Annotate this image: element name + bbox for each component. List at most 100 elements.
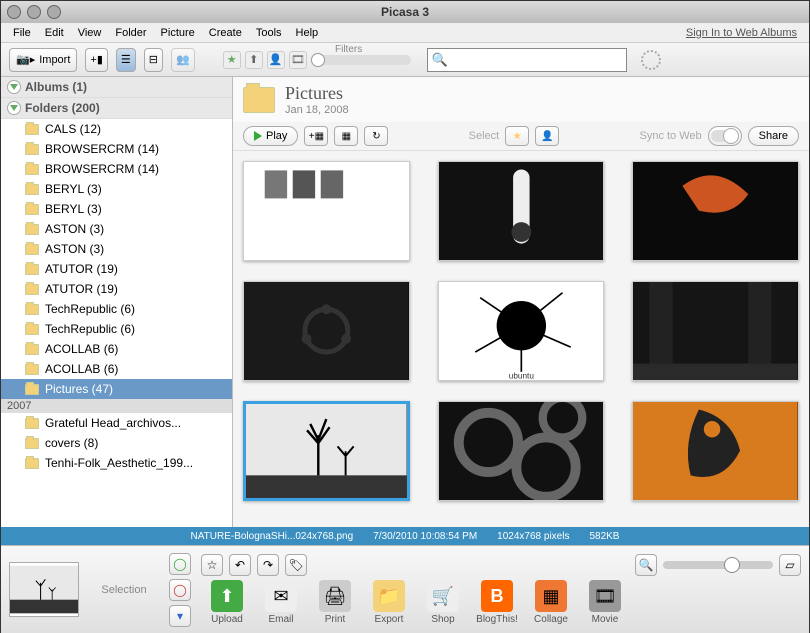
thumbnail[interactable] — [632, 401, 799, 501]
status-bar: NATURE-BolognaSHi...024x768.png 7/30/201… — [1, 527, 809, 545]
toolbar: 📷▸ Import +▮ ☰ ⊟ 👥 ★ ⬆ 👤 🎞 🔍 — [1, 43, 809, 77]
email-button[interactable]: ✉Email — [255, 580, 307, 625]
movie-label: Movie — [592, 614, 619, 625]
folder-item[interactable]: ASTON (3) — [1, 239, 232, 259]
folder-item[interactable]: covers (8) — [1, 433, 232, 453]
menu-help[interactable]: Help — [290, 25, 325, 41]
menu-view[interactable]: View — [72, 25, 108, 41]
folder-item-selected[interactable]: Pictures (47) — [1, 379, 232, 399]
menu-file[interactable]: File — [7, 25, 37, 41]
folder-label: ATUTOR (19) — [45, 262, 118, 276]
albums-header[interactable]: Albums (1) — [1, 77, 232, 98]
folder-item[interactable]: Tenhi-Folk_Aesthetic_199... — [1, 453, 232, 473]
create-movie-button[interactable]: ↻ — [364, 126, 388, 146]
shop-button[interactable]: 🛒Shop — [417, 580, 469, 625]
add-button[interactable]: +▮ — [85, 48, 107, 72]
menu-tools[interactable]: Tools — [250, 25, 288, 41]
add-photos-button[interactable]: +▦ — [304, 126, 328, 146]
folder-item[interactable]: ACOLLAB (6) — [1, 359, 232, 379]
hold-button[interactable]: ◯ — [169, 553, 191, 575]
share-button[interactable]: Share — [748, 126, 799, 146]
folder-item[interactable]: TechRepublic (6) — [1, 319, 232, 339]
folder-icon — [25, 458, 39, 469]
signin-link[interactable]: Sign In to Web Albums — [680, 25, 803, 41]
folder-label: ATUTOR (19) — [45, 282, 118, 296]
folder-item[interactable]: BROWSERCRM (14) — [1, 139, 232, 159]
filter-movie-icon[interactable]: 🎞 — [289, 51, 307, 69]
menu-create[interactable]: Create — [203, 25, 248, 41]
collage-button[interactable]: ▦Collage — [525, 580, 577, 625]
select-people-button[interactable]: 👤 — [535, 126, 559, 146]
folder-item[interactable]: ATUTOR (19) — [1, 259, 232, 279]
close-window-button[interactable] — [7, 5, 21, 19]
add-to-album-button[interactable]: ▾ — [169, 605, 191, 627]
content-header: Pictures Jan 18, 2008 — [233, 77, 809, 122]
folder-large-icon — [243, 87, 275, 113]
status-dimensions: 1024x768 pixels — [497, 531, 569, 542]
thumbnail-selected[interactable] — [243, 401, 410, 501]
maximize-window-button[interactable] — [47, 5, 61, 19]
folder-icon — [25, 184, 39, 195]
thumbnail[interactable] — [632, 161, 799, 261]
filter-date-slider[interactable] — [311, 55, 411, 65]
selection-thumbnail[interactable] — [9, 562, 79, 617]
menu-edit[interactable]: Edit — [39, 25, 70, 41]
search-input[interactable]: 🔍 — [427, 48, 627, 72]
export-button[interactable]: 📁Export — [363, 580, 415, 625]
folder-item[interactable]: ACOLLAB (6) — [1, 339, 232, 359]
clear-button[interactable]: ◯ — [169, 579, 191, 601]
create-collage-button[interactable]: ▦ — [334, 126, 358, 146]
rotate-right-button[interactable]: ↷ — [257, 554, 279, 576]
thumbnail[interactable] — [438, 161, 605, 261]
list-view-button[interactable]: ☰ — [116, 48, 136, 72]
rotate-left-button[interactable]: ↶ — [229, 554, 251, 576]
menu-folder[interactable]: Folder — [109, 25, 152, 41]
minimize-window-button[interactable] — [27, 5, 41, 19]
filter-upload-icon[interactable]: ⬆ — [245, 51, 263, 69]
select-star-button[interactable]: ★ — [505, 126, 529, 146]
print-button[interactable]: 🖨Print — [309, 580, 361, 625]
titlebar: Picasa 3 — [1, 1, 809, 23]
zoom-group: 🔍 ▱ — [635, 554, 801, 576]
import-button[interactable]: 📷▸ Import — [9, 48, 77, 72]
folder-item[interactable]: TechRepublic (6) — [1, 299, 232, 319]
thumbnail[interactable] — [438, 401, 605, 501]
thumbnail[interactable]: ubuntu — [438, 281, 605, 381]
blogthis-button[interactable]: BBlogThis! — [471, 580, 523, 625]
upload-button[interactable]: ⬆Upload — [201, 580, 253, 625]
menu-picture[interactable]: Picture — [155, 25, 201, 41]
folder-item[interactable]: BERYL (3) — [1, 179, 232, 199]
folders-header-label: Folders (200) — [25, 101, 100, 115]
tag-button[interactable]: 🏷 — [285, 554, 307, 576]
folder-item[interactable]: CALS (12) — [1, 119, 232, 139]
folder-item[interactable]: BERYL (3) — [1, 199, 232, 219]
tree-view-button[interactable]: ⊟ — [144, 48, 163, 72]
play-icon — [254, 131, 262, 141]
folders-header[interactable]: Folders (200) — [1, 98, 232, 119]
folder-item[interactable]: Grateful Head_archivos... — [1, 413, 232, 433]
sync-toggle[interactable] — [708, 126, 742, 146]
folder-label: Grateful Head_archivos... — [45, 416, 181, 430]
star-button[interactable]: ☆ — [201, 554, 223, 576]
folder-item[interactable]: BROWSERCRM (14) — [1, 159, 232, 179]
folder-label: BROWSERCRM (14) — [45, 142, 159, 156]
movie-button[interactable]: 🎞Movie — [579, 580, 631, 625]
folder-item[interactable]: ATUTOR (19) — [1, 279, 232, 299]
play-button[interactable]: Play — [243, 126, 298, 146]
filter-face-icon[interactable]: 👤 — [267, 51, 285, 69]
thumbnail[interactable] — [243, 161, 410, 261]
window-controls — [7, 5, 61, 19]
import-label: Import — [39, 54, 70, 66]
people-button[interactable]: 👥 — [171, 48, 195, 72]
thumbnail[interactable] — [632, 281, 799, 381]
thumbnail[interactable] — [243, 281, 410, 381]
people-icon: 👥 — [176, 53, 190, 66]
zoom-mode-button[interactable]: 🔍 — [635, 554, 657, 576]
albums-header-label: Albums (1) — [25, 80, 87, 94]
slideshow-button[interactable]: ▱ — [779, 554, 801, 576]
loading-spinner-icon — [641, 50, 661, 70]
collage-label: Collage — [534, 614, 568, 625]
folder-item[interactable]: ASTON (3) — [1, 219, 232, 239]
filter-star-icon[interactable]: ★ — [223, 51, 241, 69]
zoom-slider[interactable] — [663, 561, 773, 569]
